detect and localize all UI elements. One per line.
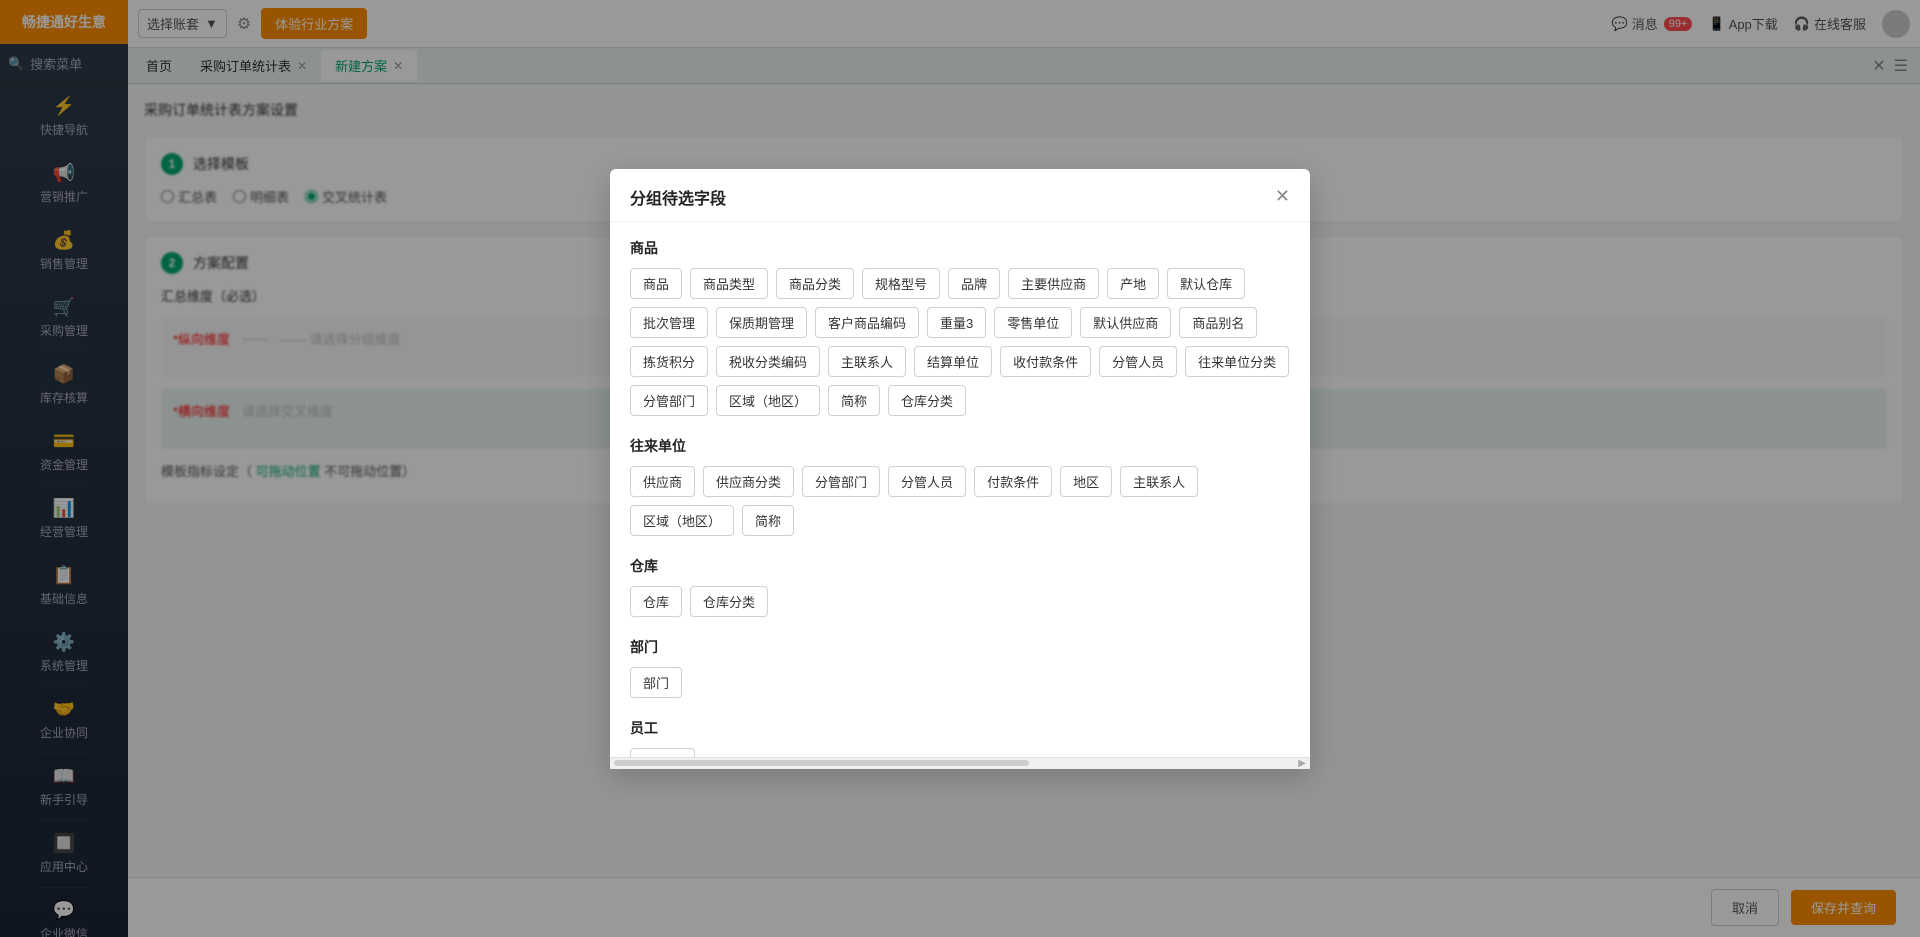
section-title-warehouse: 仓库 [630, 556, 1290, 576]
section-tags-counterpart: 供应商供应商分类分管部门分管人员付款条件地区主联系人区域（地区） 简称 [630, 466, 1290, 536]
section-title-department: 部门 [630, 637, 1290, 657]
section-tags-department: 部门 [630, 667, 1290, 698]
field-tag-产地[interactable]: 产地 [1107, 268, 1159, 299]
field-tag-仓库分类[interactable]: 仓库分类 [888, 385, 966, 416]
field-tag-付款条件[interactable]: 付款条件 [974, 466, 1052, 497]
field-tag-商品类型[interactable]: 商品类型 [690, 268, 768, 299]
section-product: 商品商品商品类型商品分类规格型号品牌主要供应商产地默认仓库批次管理保质期管理客户… [630, 238, 1290, 416]
field-tag-供应商[interactable]: 供应商 [630, 466, 695, 497]
field-tag-区域（地区）[interactable]: 区域（地区） [630, 505, 734, 536]
modal-hscroll-arrow-right[interactable]: ▶ [1298, 758, 1306, 769]
field-tag-品牌[interactable]: 品牌 [948, 268, 1000, 299]
field-tag-分管人员[interactable]: 分管人员 [888, 466, 966, 497]
modal-hscroll[interactable]: ▶ [610, 757, 1310, 769]
field-tag-规格型号[interactable]: 规格型号 [862, 268, 940, 299]
field-tag-主要供应商[interactable]: 主要供应商 [1008, 268, 1099, 299]
section-staff: 员工业务员 [630, 718, 1290, 757]
section-tags-staff: 业务员 [630, 748, 1290, 757]
section-title-counterpart: 往来单位 [630, 436, 1290, 456]
field-tag-部门[interactable]: 部门 [630, 667, 682, 698]
field-tag-商品[interactable]: 商品 [630, 268, 682, 299]
field-tag-税收分类编码[interactable]: 税收分类编码 [716, 346, 820, 377]
section-title-product: 商品 [630, 238, 1290, 258]
section-tags-product: 商品商品类型商品分类规格型号品牌主要供应商产地默认仓库批次管理保质期管理客户商品… [630, 268, 1290, 416]
field-tag-往来单位分类[interactable]: 往来单位分类 [1185, 346, 1289, 377]
field-tag-客户商品编码[interactable]: 客户商品编码 [815, 307, 919, 338]
field-tag-简称[interactable]: 简称 [742, 505, 794, 536]
modal-body[interactable]: 商品商品商品类型商品分类规格型号品牌主要供应商产地默认仓库批次管理保质期管理客户… [610, 222, 1310, 757]
field-tag-供应商分类[interactable]: 供应商分类 [703, 466, 794, 497]
field-tag-默认供应商[interactable]: 默认供应商 [1080, 307, 1171, 338]
section-title-staff: 员工 [630, 718, 1290, 738]
field-tag-简称[interactable]: 简称 [828, 385, 880, 416]
modal-overlay: 分组待选字段 ✕ 商品商品商品类型商品分类规格型号品牌主要供应商产地默认仓库批次… [0, 0, 1920, 937]
modal-title: 分组待选字段 [630, 185, 726, 209]
field-tag-重量3[interactable]: 重量3 [927, 307, 986, 338]
field-tag-区域（地区）[interactable]: 区域（地区） [716, 385, 820, 416]
field-tag-商品分类[interactable]: 商品分类 [776, 268, 854, 299]
modal-hscroll-thumb [614, 760, 1029, 766]
modal-close-button[interactable]: ✕ [1275, 186, 1290, 207]
field-tag-地区[interactable]: 地区 [1060, 466, 1112, 497]
field-tag-主联系人[interactable]: 主联系人 [828, 346, 906, 377]
field-tag-结算单位[interactable]: 结算单位 [914, 346, 992, 377]
section-tags-warehouse: 仓库仓库分类 [630, 586, 1290, 617]
field-tag-收付款条件[interactable]: 收付款条件 [1000, 346, 1091, 377]
field-tag-仓库[interactable]: 仓库 [630, 586, 682, 617]
field-tag-零售单位[interactable]: 零售单位 [994, 307, 1072, 338]
field-tag-批次管理[interactable]: 批次管理 [630, 307, 708, 338]
section-warehouse: 仓库仓库仓库分类 [630, 556, 1290, 617]
field-tag-仓库分类[interactable]: 仓库分类 [690, 586, 768, 617]
field-tag-保质期管理[interactable]: 保质期管理 [716, 307, 807, 338]
field-tag-主联系人[interactable]: 主联系人 [1120, 466, 1198, 497]
field-tag-分管部门[interactable]: 分管部门 [802, 466, 880, 497]
field-tag-分管部门[interactable]: 分管部门 [630, 385, 708, 416]
field-tag-分管人员[interactable]: 分管人员 [1099, 346, 1177, 377]
modal-header: 分组待选字段 ✕ [610, 169, 1310, 222]
field-tag-默认仓库[interactable]: 默认仓库 [1167, 268, 1245, 299]
section-department: 部门部门 [630, 637, 1290, 698]
field-tag-商品别名[interactable]: 商品别名 [1179, 307, 1257, 338]
field-tag-业务员[interactable]: 业务员 [630, 748, 695, 757]
field-tag-拣货积分[interactable]: 拣货积分 [630, 346, 708, 377]
section-counterpart: 往来单位供应商供应商分类分管部门分管人员付款条件地区主联系人区域（地区） 简称 [630, 436, 1290, 536]
modal: 分组待选字段 ✕ 商品商品商品类型商品分类规格型号品牌主要供应商产地默认仓库批次… [610, 169, 1310, 769]
